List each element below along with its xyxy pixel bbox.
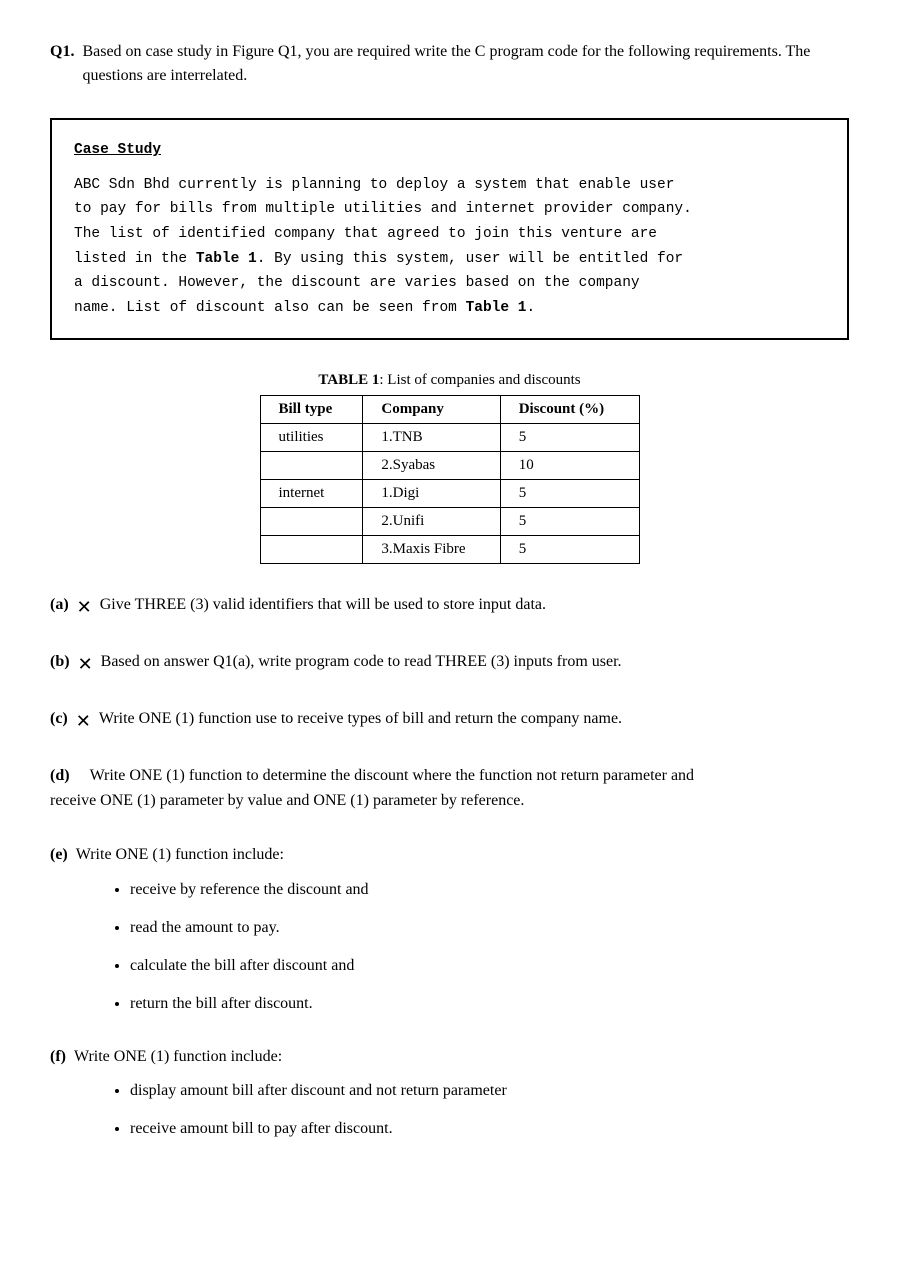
- part-d: (d) Write ONE (1) function to determine …: [50, 763, 849, 814]
- part-e-intro: Write ONE (1) function include:: [76, 842, 284, 868]
- part-d-text-first: Write ONE (1) function to determine the …: [90, 763, 694, 789]
- part-a-label: (a): [50, 592, 69, 618]
- list-item: calculate the bill after discount and: [130, 954, 849, 978]
- part-a-text: Give THREE (3) valid identifiers that wi…: [100, 592, 546, 618]
- table-row: 2.Unifi 5: [260, 508, 639, 536]
- case-study-title: Case Study: [74, 138, 825, 163]
- cell-company: 2.Syabas: [363, 452, 500, 480]
- part-d-text-second: receive ONE (1) parameter by value and O…: [50, 792, 524, 809]
- part-a: (a) ✕ Give THREE (3) valid identifiers t…: [50, 592, 849, 621]
- table-section: TABLE 1: List of companies and discounts…: [50, 372, 849, 564]
- table-row: 2.Syabas 10: [260, 452, 639, 480]
- part-d-label: (d): [50, 763, 70, 789]
- cell-bill-type: [260, 508, 363, 536]
- part-a-line: (a) ✕ Give THREE (3) valid identifiers t…: [50, 592, 849, 621]
- list-item: receive amount bill to pay after discoun…: [130, 1117, 849, 1141]
- part-f-bullets: display amount bill after discount and n…: [130, 1079, 849, 1141]
- list-item: receive by reference the discount and: [130, 878, 849, 902]
- table-row: 3.Maxis Fibre 5: [260, 536, 639, 564]
- cell-bill-type: [260, 536, 363, 564]
- x-mark-b: ✕: [78, 650, 93, 679]
- part-e-bullets: receive by reference the discount and re…: [130, 878, 849, 1016]
- part-e-line: (e) Write ONE (1) function include:: [50, 842, 849, 868]
- part-f-line: (f) Write ONE (1) function include:: [50, 1044, 849, 1070]
- col-header-bill-type: Bill type: [260, 396, 363, 424]
- list-item: read the amount to pay.: [130, 916, 849, 940]
- part-b-text: Based on answer Q1(a), write program cod…: [101, 649, 622, 675]
- x-mark-a: ✕: [77, 593, 92, 622]
- part-c-text: Write ONE (1) function use to receive ty…: [99, 706, 622, 732]
- part-e: (e) Write ONE (1) function include: rece…: [50, 842, 849, 1016]
- part-b: (b) ✕ Based on answer Q1(a), write progr…: [50, 649, 849, 678]
- list-item: display amount bill after discount and n…: [130, 1079, 849, 1103]
- case-study-text: ABC Sdn Bhd currently is planning to dep…: [74, 173, 825, 321]
- table-caption: TABLE 1: List of companies and discounts: [50, 372, 849, 389]
- table-header-row: Bill type Company Discount (%): [260, 396, 639, 424]
- list-item: return the bill after discount.: [130, 992, 849, 1016]
- cell-discount: 5: [500, 508, 639, 536]
- col-header-discount: Discount (%): [500, 396, 639, 424]
- table-caption-bold: TABLE 1: [318, 372, 379, 388]
- cell-discount: 5: [500, 480, 639, 508]
- part-f-label: (f): [50, 1044, 66, 1070]
- part-f: (f) Write ONE (1) function include: disp…: [50, 1044, 849, 1142]
- table-row: utilities 1.TNB 5: [260, 424, 639, 452]
- x-mark-c: ✕: [76, 707, 91, 736]
- cell-discount: 5: [500, 536, 639, 564]
- part-c-line: (c) ✕ Write ONE (1) function use to rece…: [50, 706, 849, 735]
- cell-company: 2.Unifi: [363, 508, 500, 536]
- part-b-line: (b) ✕ Based on answer Q1(a), write progr…: [50, 649, 849, 678]
- part-c: (c) ✕ Write ONE (1) function use to rece…: [50, 706, 849, 735]
- table-caption-normal: : List of companies and discounts: [379, 372, 580, 388]
- question-label: Q1.: [50, 40, 74, 88]
- cell-bill-type: [260, 452, 363, 480]
- cell-discount: 10: [500, 452, 639, 480]
- part-e-label: (e): [50, 842, 68, 868]
- col-header-company: Company: [363, 396, 500, 424]
- cell-company: 3.Maxis Fibre: [363, 536, 500, 564]
- table-ref-2: Table 1: [466, 300, 527, 316]
- question-header: Q1. Based on case study in Figure Q1, yo…: [50, 40, 849, 88]
- table-ref-1: Table 1: [196, 251, 257, 267]
- case-study-box: Case Study ABC Sdn Bhd currently is plan…: [50, 118, 849, 340]
- cell-company: 1.TNB: [363, 424, 500, 452]
- part-c-label: (c): [50, 706, 68, 732]
- cell-bill-type: internet: [260, 480, 363, 508]
- part-d-second-line: receive ONE (1) parameter by value and O…: [50, 788, 849, 814]
- cell-discount: 5: [500, 424, 639, 452]
- question-text: Based on case study in Figure Q1, you ar…: [82, 40, 849, 88]
- part-d-first-line: (d) Write ONE (1) function to determine …: [50, 763, 849, 789]
- table-row: internet 1.Digi 5: [260, 480, 639, 508]
- companies-table: Bill type Company Discount (%) utilities…: [260, 395, 640, 564]
- part-b-label: (b): [50, 649, 70, 675]
- cell-company: 1.Digi: [363, 480, 500, 508]
- cell-bill-type: utilities: [260, 424, 363, 452]
- part-f-intro: Write ONE (1) function include:: [74, 1044, 282, 1070]
